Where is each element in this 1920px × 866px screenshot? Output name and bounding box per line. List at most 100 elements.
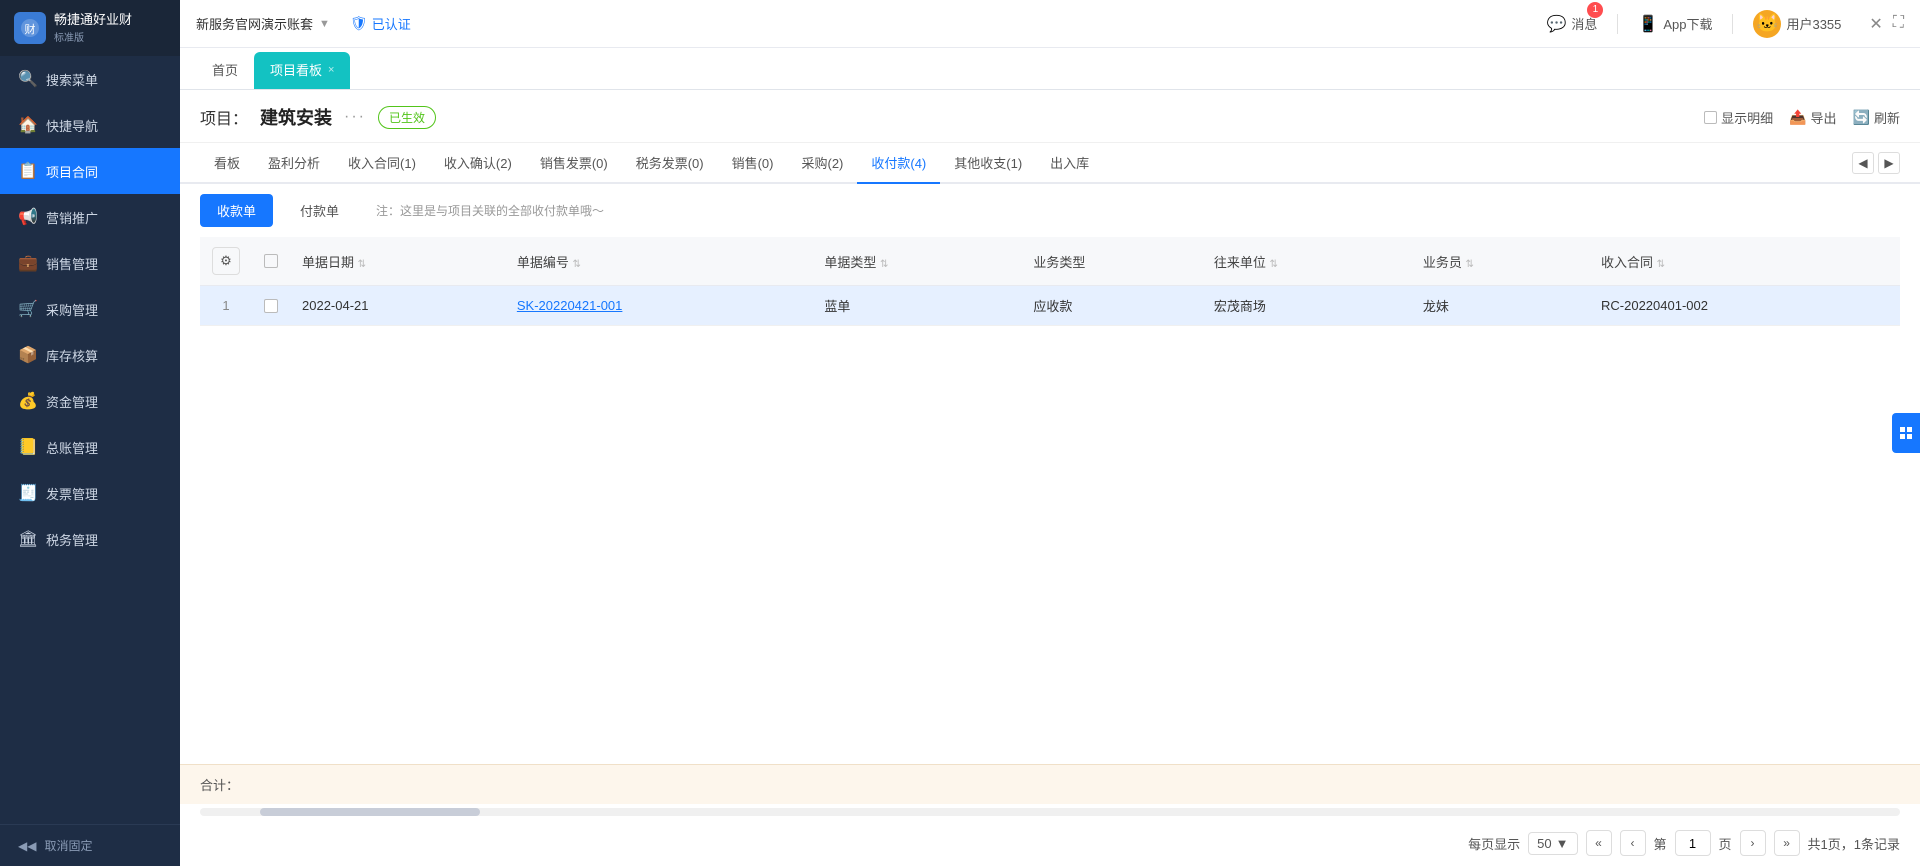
subtab-tax-invoice-label: 税务发票(0) — [636, 156, 704, 171]
sidebar-item-label: 搜索菜单 — [46, 70, 98, 89]
contract-sort-icon[interactable]: ⇅ — [1657, 259, 1665, 270]
subtab-purchase[interactable]: 采购(2) — [787, 143, 857, 184]
search-icon: 🔍 — [18, 69, 36, 89]
sidebar-item-project[interactable]: 📋 项目合同 — [0, 148, 180, 194]
sidebar-item-inventory[interactable]: 📦 库存核算 — [0, 332, 180, 378]
cell-index: 1 — [200, 286, 252, 326]
type-sort-icon[interactable]: ⇅ — [880, 259, 888, 270]
select-all-checkbox[interactable] — [264, 254, 278, 268]
page-last-button[interactable]: » — [1774, 830, 1800, 856]
sidebar-item-invoice[interactable]: 🧾 发票管理 — [0, 470, 180, 516]
subtab-payment[interactable]: 收付款(4) — [857, 143, 940, 184]
divider2 — [1732, 14, 1733, 34]
float-right-button[interactable] — [1892, 413, 1920, 453]
subtab-profit[interactable]: 盈利分析 — [254, 143, 334, 184]
sidebar-item-ledger[interactable]: 📒 总账管理 — [0, 424, 180, 470]
inner-tab-payment[interactable]: 付款单 — [283, 194, 356, 227]
subtab-prev-button[interactable]: ◀ — [1852, 152, 1874, 174]
close-button[interactable]: ✕ — [1869, 14, 1882, 34]
subtab-other-label: 其他收支(1) — [954, 156, 1022, 171]
partner-sort-icon[interactable]: ⇅ — [1270, 259, 1278, 270]
sidebar-item-marketing[interactable]: 📢 营销推广 — [0, 194, 180, 240]
page-first-button[interactable]: « — [1586, 830, 1612, 856]
user-menu[interactable]: 🐱 用户3355 — [1753, 10, 1841, 38]
subtab-sales[interactable]: 销售(0) — [718, 143, 788, 184]
project-actions: 显示明细 📤 导出 🔄 刷新 — [1704, 108, 1900, 127]
inner-tab-receipt[interactable]: 收款单 — [200, 194, 273, 227]
subtab-income-confirm-label: 收入确认(2) — [444, 156, 512, 171]
sidebar-item-search[interactable]: 🔍 搜索菜单 — [0, 56, 180, 102]
project-selector[interactable]: 新服务官网演示账套 ▼ — [196, 14, 330, 33]
tab-close-button[interactable]: × — [328, 64, 334, 76]
page-next-icon: › — [1751, 836, 1755, 850]
pagination: 每页显示 50 ▼ « ‹ 第 页 › » 共1页，1条记录 — [180, 820, 1920, 866]
sidebar-item-finance[interactable]: 💰 资金管理 — [0, 378, 180, 424]
per-page-select[interactable]: 50 ▼ — [1528, 832, 1577, 855]
salesman-sort-icon[interactable]: ⇅ — [1466, 259, 1474, 270]
subtabs: 看板 盈利分析 收入合同(1) 收入确认(2) 销售发票(0) 税务发票(0) … — [180, 143, 1920, 184]
cell-date: 2022-04-21 — [290, 286, 505, 326]
cell-checkbox — [252, 286, 290, 326]
svg-text:财: 财 — [25, 22, 36, 36]
sidebar-item-label: 总账管理 — [46, 438, 98, 457]
number-sort-icon[interactable]: ⇅ — [573, 259, 581, 270]
inner-tab-payment-label: 付款单 — [300, 204, 339, 219]
scrollbar-thumb[interactable] — [260, 808, 480, 816]
settings-gear-button[interactable]: ⚙ — [212, 247, 240, 275]
inventory-icon: 📦 — [18, 345, 36, 365]
tab-project-kanban[interactable]: 项目看板 × — [254, 52, 350, 89]
horizontal-scrollbar[interactable] — [200, 808, 1900, 816]
page-number-input[interactable] — [1675, 830, 1711, 856]
page-prev-icon: ‹ — [1631, 836, 1635, 850]
project-more-button[interactable]: ··· — [344, 108, 366, 126]
th-type: 单据类型 ⇅ — [812, 237, 1021, 286]
main-area: 新服务官网演示账套 ▼ 🛡 已认证 💬 1 消息 📱 App下载 🐱 用户335… — [180, 0, 1920, 866]
subtab-income-confirm[interactable]: 收入确认(2) — [430, 143, 526, 184]
sidebar-scroll: 🔍 搜索菜单 🏠 快捷导航 📋 项目合同 📢 营销推广 💼 销售管理 🛒 采购管… — [0, 56, 180, 824]
show-detail-checkbox[interactable] — [1704, 111, 1717, 124]
sidebar-item-sales[interactable]: 💼 销售管理 — [0, 240, 180, 286]
subtab-other[interactable]: 其他收支(1) — [940, 143, 1036, 184]
export-button[interactable]: 📤 导出 — [1789, 108, 1836, 127]
subtab-warehouse[interactable]: 出入库 — [1036, 143, 1103, 184]
record-number-link[interactable]: SK-20220421-001 — [517, 298, 623, 313]
sidebar-item-purchase[interactable]: 🛒 采购管理 — [0, 286, 180, 332]
subtab-income-contract[interactable]: 收入合同(1) — [334, 143, 430, 184]
subtab-tax-invoice[interactable]: 税务发票(0) — [622, 143, 718, 184]
subtab-next-button[interactable]: ▶ — [1878, 152, 1900, 174]
page-prev-button[interactable]: ‹ — [1620, 830, 1646, 856]
sidebar-item-label: 税务管理 — [46, 530, 98, 549]
date-sort-icon[interactable]: ⇅ — [358, 259, 366, 270]
pin-icon: ◀◀ — [18, 839, 36, 853]
divider — [1617, 14, 1618, 34]
certified-label: 已认证 — [372, 14, 411, 33]
messages-button[interactable]: 💬 1 消息 — [1546, 14, 1597, 34]
refresh-label: 刷新 — [1874, 108, 1900, 127]
project-icon: 📋 — [18, 161, 36, 181]
inner-tab-receipt-label: 收款单 — [217, 204, 256, 219]
sidebar-footer-label: 取消固定 — [44, 837, 92, 854]
th-checkbox — [252, 237, 290, 286]
th-contract-label: 收入合同 — [1601, 255, 1653, 270]
refresh-button[interactable]: 🔄 刷新 — [1853, 108, 1900, 127]
cell-number[interactable]: SK-20220421-001 — [505, 286, 813, 326]
tab-home[interactable]: 首页 — [196, 52, 254, 89]
table-row[interactable]: 1 2022-04-21 SK-20220421-001 蓝单 应收款 宏茂商 — [200, 286, 1900, 326]
subtab-sales-invoice[interactable]: 销售发票(0) — [526, 143, 622, 184]
project-name: 新服务官网演示账套 — [196, 14, 313, 33]
th-partner-label: 往来单位 — [1214, 255, 1266, 270]
sidebar-item-tax[interactable]: 🏛 税务管理 — [0, 516, 180, 562]
sidebar-unpin-button[interactable]: ◀◀ 取消固定 — [0, 824, 180, 866]
subtab-income-contract-label: 收入合同(1) — [348, 156, 416, 171]
subtab-kanban-label: 看板 — [214, 156, 240, 171]
messages-badge: 1 — [1587, 2, 1603, 18]
row-checkbox[interactable] — [264, 299, 278, 313]
subtab-kanban[interactable]: 看板 — [200, 143, 254, 184]
app-download-button[interactable]: 📱 App下载 — [1638, 14, 1712, 34]
certified-badge: 🛡 已认证 — [350, 14, 411, 33]
expand-button[interactable]: ⛶ — [1893, 14, 1904, 34]
sidebar-item-quicknav[interactable]: 🏠 快捷导航 — [0, 102, 180, 148]
tab-active-label: 项目看板 — [270, 60, 322, 79]
page-next-button[interactable]: › — [1740, 830, 1766, 856]
show-detail-toggle[interactable]: 显示明细 — [1704, 108, 1773, 127]
